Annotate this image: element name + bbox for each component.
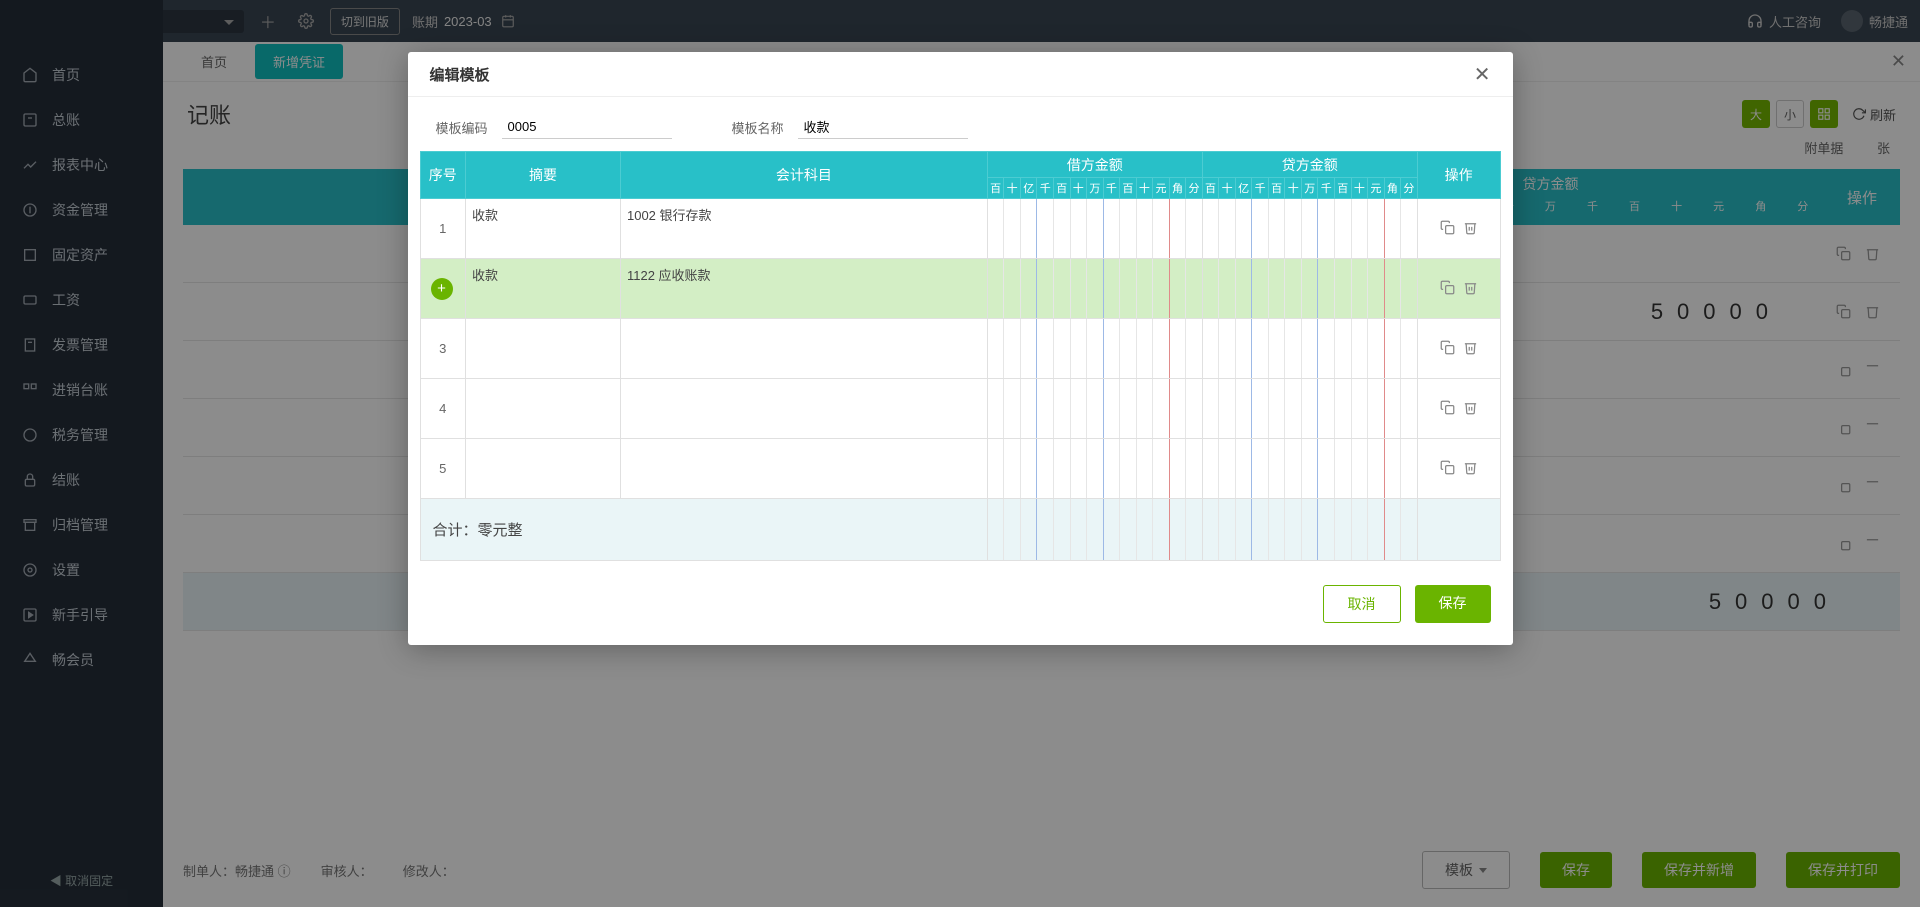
edit-template-modal: 编辑模板 ✕ 模板编码 模板名称 序号 摘要 会计科目 借方金额 [408, 52, 1513, 645]
credit-cell[interactable] [1202, 379, 1417, 439]
copy-icon[interactable] [1440, 400, 1455, 415]
credit-cell[interactable] [1202, 439, 1417, 499]
credit-cell[interactable] [1202, 259, 1417, 319]
summary-cell[interactable] [465, 319, 620, 379]
delete-icon[interactable] [1463, 280, 1478, 295]
close-icon[interactable]: ✕ [1474, 62, 1491, 87]
debit-cell[interactable] [987, 319, 1202, 379]
summary-cell[interactable]: 收款 [465, 199, 620, 259]
debit-cell[interactable] [987, 379, 1202, 439]
table-row[interactable]: 1收款1002 银行存款 [420, 199, 1500, 259]
summary-cell[interactable] [465, 439, 620, 499]
add-row-button[interactable]: + [431, 278, 453, 300]
summary-cell[interactable]: 收款 [465, 259, 620, 319]
delete-icon[interactable] [1463, 400, 1478, 415]
delete-icon[interactable] [1463, 340, 1478, 355]
col-credit: 贷方金额 [1202, 152, 1417, 178]
delete-icon[interactable] [1463, 460, 1478, 475]
col-index: 序号 [420, 152, 465, 199]
copy-icon[interactable] [1440, 340, 1455, 355]
account-cell[interactable] [620, 379, 987, 439]
template-code-label: 模板编码 [436, 118, 488, 137]
modal-footer: 取消 保存 [408, 573, 1513, 645]
template-table: 序号 摘要 会计科目 借方金额 贷方金额 操作 百十亿千百十万千百十元角分百十亿… [420, 151, 1501, 561]
row-actions [1417, 379, 1500, 439]
total-label: 合计：零元整 [420, 499, 987, 561]
copy-icon[interactable] [1440, 460, 1455, 475]
delete-icon[interactable] [1463, 220, 1478, 235]
save-button[interactable]: 保存 [1415, 585, 1491, 623]
account-cell[interactable]: 1002 银行存款 [620, 199, 987, 259]
modal-title: 编辑模板 [430, 64, 490, 85]
debit-cell[interactable] [987, 199, 1202, 259]
template-code-input[interactable] [502, 115, 672, 139]
col-account: 会计科目 [620, 152, 987, 199]
row-actions [1417, 439, 1500, 499]
modal-form: 模板编码 模板名称 [408, 97, 1513, 151]
account-cell[interactable] [620, 319, 987, 379]
modal-overlay: 编辑模板 ✕ 模板编码 模板名称 序号 摘要 会计科目 借方金额 [0, 0, 1920, 907]
col-op: 操作 [1417, 152, 1500, 199]
modal-header: 编辑模板 ✕ [408, 52, 1513, 97]
table-row[interactable]: + 收款1122 应收账款 [420, 259, 1500, 319]
copy-icon[interactable] [1440, 280, 1455, 295]
row-actions [1417, 199, 1500, 259]
template-name-label: 模板名称 [732, 118, 784, 137]
cancel-button[interactable]: 取消 [1323, 585, 1401, 623]
summary-cell[interactable] [465, 379, 620, 439]
col-summary: 摘要 [465, 152, 620, 199]
credit-cell[interactable] [1202, 319, 1417, 379]
row-actions [1417, 259, 1500, 319]
table-row[interactable]: 3 [420, 319, 1500, 379]
debit-cell[interactable] [987, 259, 1202, 319]
credit-cell[interactable] [1202, 199, 1417, 259]
debit-cell[interactable] [987, 439, 1202, 499]
account-cell[interactable]: 1122 应收账款 [620, 259, 987, 319]
copy-icon[interactable] [1440, 220, 1455, 235]
account-cell[interactable] [620, 439, 987, 499]
template-name-input[interactable] [798, 115, 968, 139]
table-row[interactable]: 5 [420, 439, 1500, 499]
table-row[interactable]: 4 [420, 379, 1500, 439]
col-debit: 借方金额 [987, 152, 1202, 178]
row-actions [1417, 319, 1500, 379]
